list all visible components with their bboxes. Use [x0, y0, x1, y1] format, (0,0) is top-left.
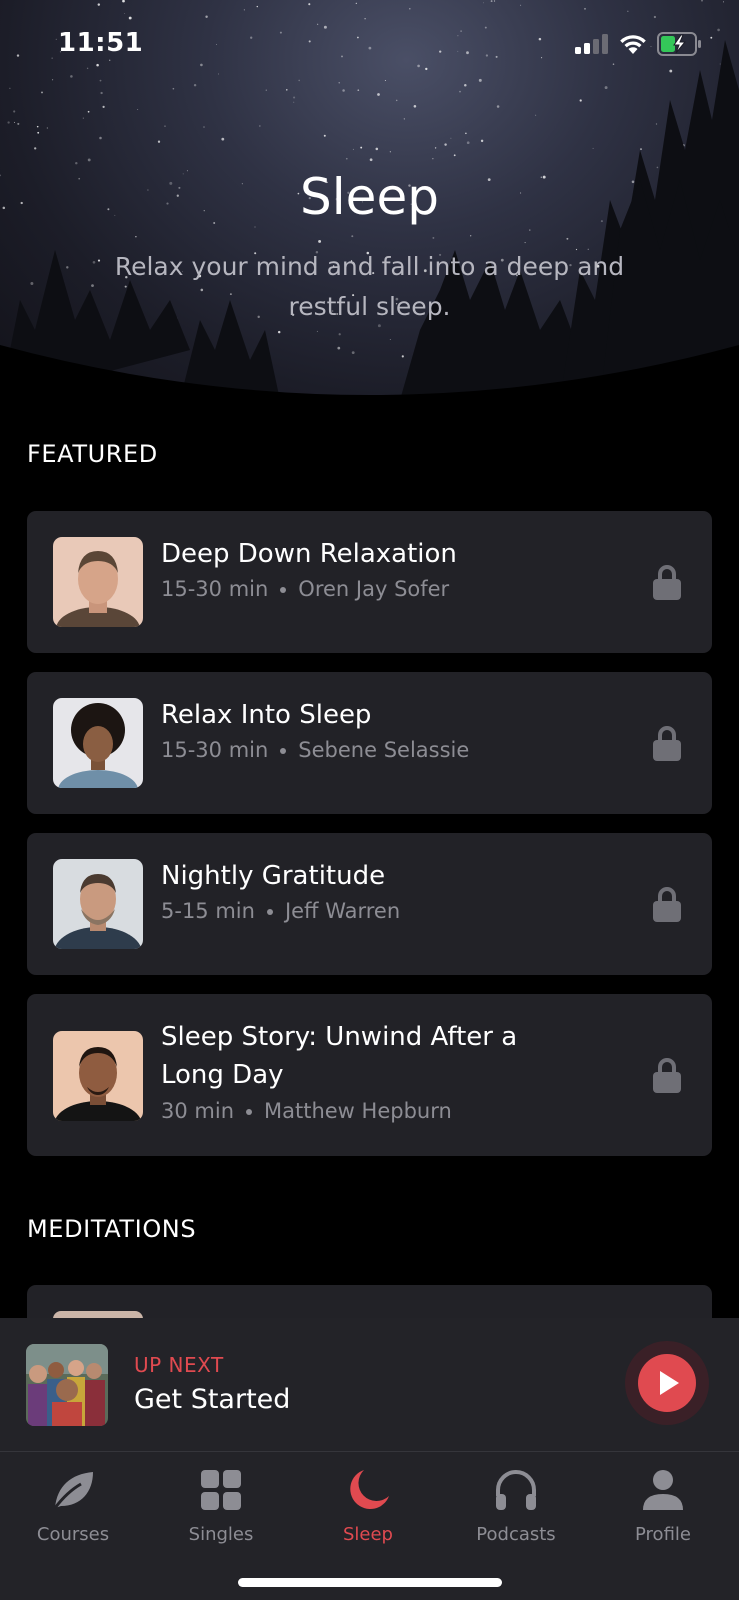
section-heading-meditations: MEDITATIONS — [27, 1215, 197, 1243]
tab-sleep[interactable]: Sleep — [308, 1466, 428, 1545]
card-title: Deep Down Relaxation — [161, 539, 457, 569]
featured-card-deep-down-relaxation[interactable]: Deep Down Relaxation 15-30 min Oren Jay S… — [27, 511, 712, 653]
status-time: 11:51 — [58, 28, 144, 58]
play-button-circle[interactable] — [638, 1354, 696, 1412]
tab-profile[interactable]: Profile — [603, 1466, 723, 1545]
lock-icon — [653, 726, 681, 761]
featured-card-nightly-gratitude[interactable]: Nightly Gratitude 5-15 min Jeff Warren — [27, 833, 712, 975]
page-title: Sleep — [300, 168, 439, 226]
wifi-icon — [620, 35, 646, 54]
tab-label: Singles — [188, 1524, 254, 1545]
lock-icon — [653, 887, 681, 922]
tab-label: Podcasts — [476, 1524, 556, 1545]
lock-icon — [653, 565, 681, 600]
status-icons — [575, 32, 703, 56]
page-subtitle: Relax your mind and fall into a deep and… — [114, 252, 625, 321]
separator-dot — [246, 1109, 252, 1115]
grid-icon — [201, 1470, 241, 1510]
separator-dot — [280, 748, 287, 754]
card-title: Relax Into Sleep — [161, 700, 372, 730]
card-duration: 15-30 min — [161, 577, 269, 601]
teacher-avatar — [53, 537, 143, 627]
teacher-avatar — [53, 1031, 143, 1121]
card-teacher: Matthew Hepburn — [264, 1099, 452, 1123]
leaf-icon — [53, 1472, 93, 1509]
card-duration: 5-15 min — [161, 899, 255, 923]
home-indicator — [238, 1578, 502, 1587]
card-title-line-2: Long Day — [161, 1060, 284, 1090]
card-duration: 30 min — [161, 1099, 234, 1123]
battery-charging-icon — [657, 32, 701, 56]
card-title: Nightly Gratitude — [161, 861, 386, 891]
featured-card-relax-into-sleep[interactable]: Relax Into Sleep 15-30 min Sebene Selassi… — [27, 672, 712, 814]
tab-courses[interactable]: Courses — [13, 1466, 133, 1545]
lock-icon — [653, 1058, 681, 1093]
card-title-line-1: Sleep Story: Unwind After a — [161, 1022, 518, 1052]
tab-podcasts[interactable]: Podcasts — [456, 1466, 576, 1545]
card-teacher: Sebene Selassie — [298, 738, 470, 762]
signal-icon — [575, 34, 608, 54]
teacher-avatar — [53, 859, 143, 949]
card-teacher: Oren Jay Sofer — [298, 577, 450, 601]
person-icon — [643, 1470, 683, 1510]
tab-label: Courses — [36, 1524, 110, 1545]
separator-dot — [280, 587, 287, 593]
tab-singles[interactable]: Singles — [161, 1466, 281, 1545]
separator-dot — [266, 909, 273, 915]
tab-label: Sleep — [342, 1524, 393, 1545]
card-meta: 15-30 min Sebene Selassie — [161, 738, 469, 762]
up-next-thumbnail — [26, 1344, 108, 1426]
play-icon — [660, 1371, 679, 1395]
section-heading-featured: FEATURED — [27, 440, 158, 468]
featured-card-sleep-story-unwind[interactable]: Sleep Story: Unwind After a Long Day 30 … — [27, 994, 712, 1156]
up-next-title: Get Started — [134, 1384, 291, 1415]
headphones-icon — [496, 1470, 536, 1510]
hero-header: 11:51 Sleep Relax your mind and fall int… — [0, 0, 739, 400]
up-next-label: UP NEXT — [134, 1353, 224, 1377]
card-teacher: Jeff Warren — [284, 899, 401, 923]
card-meta: 15-30 min Oren Jay Sofer — [161, 577, 449, 601]
moon-icon — [350, 1470, 389, 1509]
play-button[interactable] — [625, 1341, 709, 1425]
up-next-bar[interactable]: UP NEXT Get Started — [0, 1318, 739, 1452]
card-meta: 30 min Matthew Hepburn — [161, 1099, 452, 1123]
card-duration: 15-30 min — [161, 738, 269, 762]
tab-label: Profile — [635, 1524, 691, 1545]
card-meta: 5-15 min Jeff Warren — [161, 899, 400, 923]
teacher-avatar — [53, 698, 143, 788]
